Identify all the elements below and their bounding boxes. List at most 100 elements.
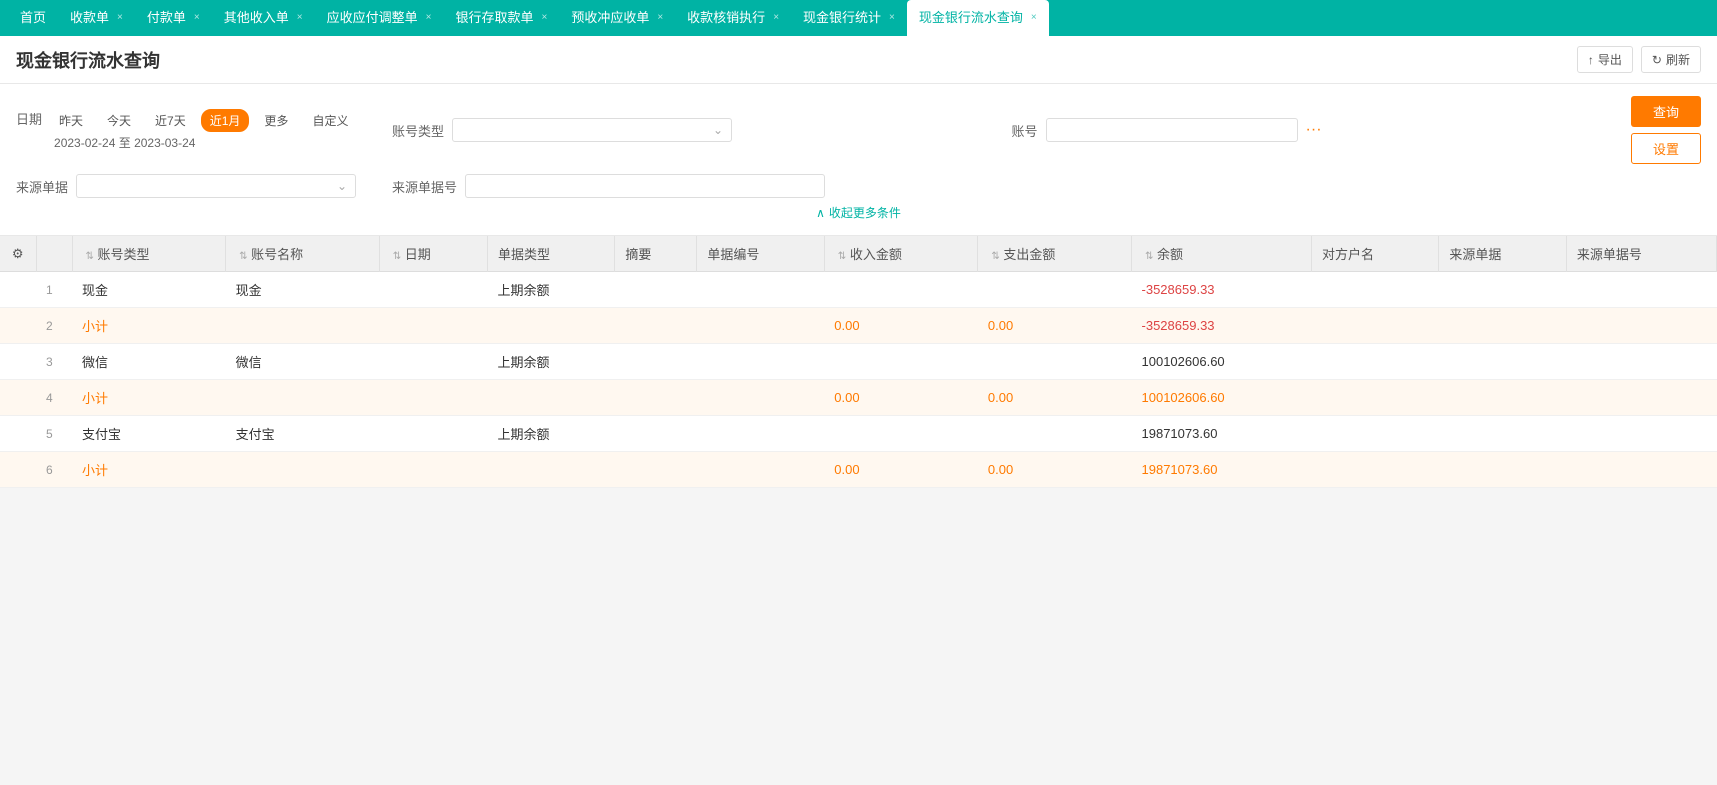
row-number: 5 [36,416,72,452]
row-doc-no [697,272,824,308]
row-doc-no [697,344,824,380]
date-options: 昨天 今天 近7天 近1月 更多 自定义 [50,109,357,132]
row-source-doc [1439,344,1566,380]
row-expense: 0.00 [978,380,1132,416]
row-source-doc-no [1566,416,1716,452]
row-doc-type [487,380,614,416]
row-source-doc [1439,308,1566,344]
column-balance[interactable]: ⇅ 余额 [1132,236,1312,272]
close-cash-stat-icon[interactable]: × [889,0,895,36]
nav-other-income[interactable]: 其他收入单 × [212,0,315,36]
row-number: 3 [36,344,72,380]
row-balance: 19871073.60 [1132,416,1312,452]
export-icon: ↑ [1588,53,1594,67]
date-today[interactable]: 今天 [98,109,140,132]
close-prepay-icon[interactable]: × [657,0,663,36]
row-counterpart [1312,344,1439,380]
row-expense [978,272,1132,308]
gear-icon: ⚙ [12,246,24,261]
close-cash-flow-icon[interactable]: × [1031,0,1037,36]
nav-receipt[interactable]: 收款单 × [58,0,135,36]
nav-prepay[interactable]: 预收冲应收单 × [559,0,675,36]
data-table-container: ⚙ ⇅ 账号类型 ⇅ 账号名称 ⇅ 日期 单据类型 [0,236,1717,488]
sort-income-icon: ⇅ [838,251,846,262]
filter-area: 日期 昨天 今天 近7天 近1月 更多 自定义 2023-02-24 至 202… [0,84,1717,236]
row-source-doc [1439,272,1566,308]
column-expense[interactable]: ⇅ 支出金额 [978,236,1132,272]
account-input[interactable] [1046,118,1298,142]
row-number: 1 [36,272,72,308]
column-source-doc-no: 来源单据号 [1566,236,1716,272]
table-header-row: ⚙ ⇅ 账号类型 ⇅ 账号名称 ⇅ 日期 单据类型 [0,236,1717,272]
sort-balance-icon: ⇅ [1145,251,1153,262]
column-account-name[interactable]: ⇅ 账号名称 [226,236,380,272]
row-source-doc-no [1566,344,1716,380]
nav-verify[interactable]: 收款核销执行 × [675,0,791,36]
column-date[interactable]: ⇅ 日期 [379,236,487,272]
collapse-bar[interactable]: ∧ 收起更多条件 [16,198,1701,223]
collapse-icon: ∧ [816,206,825,220]
table-row: 2 小计 0.00 0.00 -3528659.33 [0,308,1717,344]
column-account-type[interactable]: ⇅ 账号类型 [72,236,226,272]
nav-payment[interactable]: 付款单 × [135,0,212,36]
row-number: 2 [36,308,72,344]
row-summary [615,272,697,308]
date-1month[interactable]: 近1月 [201,109,250,132]
data-table: ⚙ ⇅ 账号类型 ⇅ 账号名称 ⇅ 日期 单据类型 [0,236,1717,488]
table-row: 1 现金 现金 上期余额 -3528659.33 [0,272,1717,308]
account-ellipsis-button[interactable]: ··· [1302,121,1326,139]
row-source-doc [1439,416,1566,452]
refresh-button[interactable]: ↻ 刷新 [1641,46,1701,73]
row-date [379,452,487,488]
date-7days[interactable]: 近7天 [146,109,195,132]
row-account-type: 小计 [72,452,226,488]
nav-bank-deposit[interactable]: 银行存取款单 × [443,0,559,36]
close-receipt-icon[interactable]: × [117,0,123,36]
row-account-type: 支付宝 [72,416,226,452]
row-source-doc-no [1566,308,1716,344]
column-gear[interactable]: ⚙ [0,236,36,272]
row-date [379,416,487,452]
row-account-name: 现金 [226,272,380,308]
nav-ap-adjust[interactable]: 应收应付调整单 × [315,0,444,36]
column-income[interactable]: ⇅ 收入金额 [824,236,978,272]
close-bank-deposit-icon[interactable]: × [541,0,547,36]
row-source-doc-no [1566,452,1716,488]
row-account-name [226,308,380,344]
row-doc-type: 上期余额 [487,416,614,452]
query-button[interactable]: 查询 [1631,96,1701,127]
column-doc-type: 单据类型 [487,236,614,272]
row-gear-cell [0,308,36,344]
row-income [824,416,978,452]
row-date [379,380,487,416]
column-counterpart: 对方户名 [1312,236,1439,272]
close-payment-icon[interactable]: × [194,0,200,36]
action-buttons: 查询 设置 [1631,96,1701,164]
close-other-income-icon[interactable]: × [297,0,303,36]
nav-home[interactable]: 首页 [8,0,58,36]
date-label: 日期 [16,109,42,128]
table-row: 4 小计 0.00 0.00 100102606.60 [0,380,1717,416]
date-custom[interactable]: 自定义 [303,109,357,132]
account-type-select[interactable]: ⌄ [452,118,732,142]
table-body: 1 现金 现金 上期余额 -3528659.33 2 小计 0.00 0.00 … [0,272,1717,488]
row-source-doc [1439,380,1566,416]
source-doc-select[interactable]: ⌄ [76,174,356,198]
table-row: 6 小计 0.00 0.00 19871073.60 [0,452,1717,488]
row-doc-no [697,416,824,452]
nav-cash-stat[interactable]: 现金银行统计 × [791,0,907,36]
row-number: 6 [36,452,72,488]
row-gear-cell [0,380,36,416]
table-row: 3 微信 微信 上期余额 100102606.60 [0,344,1717,380]
source-doc-label: 来源单据 [16,177,68,196]
close-ap-adjust-icon[interactable]: × [426,0,432,36]
source-doc-num-input[interactable] [465,174,825,198]
export-button[interactable]: ↑ 导出 [1577,46,1633,73]
row-gear-cell [0,272,36,308]
date-yesterday[interactable]: 昨天 [50,109,92,132]
nav-cash-flow[interactable]: 现金银行流水查询 × [907,0,1049,36]
close-verify-icon[interactable]: × [773,0,779,36]
settings-button[interactable]: 设置 [1631,133,1701,164]
date-more[interactable]: 更多 [255,109,297,132]
sort-account-type-icon: ⇅ [86,251,94,262]
